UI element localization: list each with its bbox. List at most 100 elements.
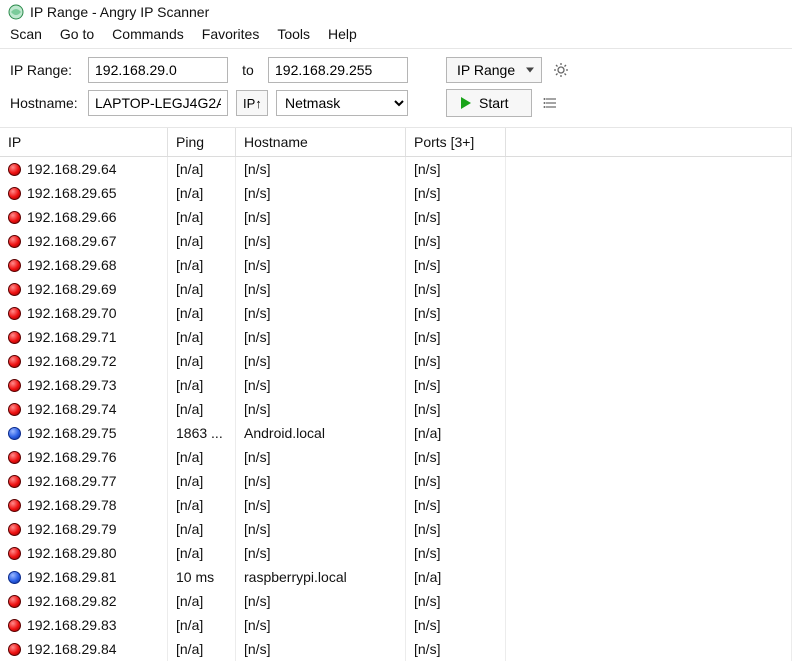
table-row[interactable]: 192.168.29.72[n/a][n/s][n/s] — [0, 349, 792, 373]
col-hostname[interactable]: Hostname — [236, 128, 406, 156]
ip-from-input[interactable] — [88, 57, 228, 83]
cell-spacer — [506, 301, 792, 325]
ip-value: 192.168.29.73 — [27, 376, 117, 394]
netmask-combo[interactable]: Netmask — [276, 90, 408, 116]
status-dot-icon — [8, 523, 21, 536]
ip-value: 192.168.29.72 — [27, 352, 117, 370]
hostname-input[interactable] — [88, 90, 228, 116]
ip-cell: 192.168.29.82 — [0, 589, 168, 613]
table-row[interactable]: 192.168.29.76[n/a][n/s][n/s] — [0, 445, 792, 469]
ports-value: [n/s] — [406, 277, 506, 301]
cell-spacer — [506, 349, 792, 373]
table-row[interactable]: 192.168.29.69[n/a][n/s][n/s] — [0, 277, 792, 301]
col-ping[interactable]: Ping — [168, 128, 236, 156]
col-ports[interactable]: Ports [3+] — [406, 128, 506, 156]
ip-value: 192.168.29.77 — [27, 472, 117, 490]
ip-cell: 192.168.29.64 — [0, 157, 168, 181]
table-row[interactable]: 192.168.29.80[n/a][n/s][n/s] — [0, 541, 792, 565]
ports-value: [n/s] — [406, 517, 506, 541]
ip-value: 192.168.29.74 — [27, 400, 117, 418]
table-row[interactable]: 192.168.29.66[n/a][n/s][n/s] — [0, 205, 792, 229]
ip-cell: 192.168.29.81 — [0, 565, 168, 589]
menu-scan[interactable]: Scan — [10, 26, 42, 42]
status-dot-icon — [8, 331, 21, 344]
table-row[interactable]: 192.168.29.65[n/a][n/s][n/s] — [0, 181, 792, 205]
ping-value: [n/a] — [168, 517, 236, 541]
hostname-value: raspberrypi.local — [236, 565, 406, 589]
ping-value: [n/a] — [168, 181, 236, 205]
hostname-value: [n/s] — [236, 157, 406, 181]
ports-value: [n/s] — [406, 637, 506, 661]
ip-value: 192.168.29.75 — [27, 424, 117, 442]
to-label: to — [236, 62, 260, 78]
ip-value: 192.168.29.79 — [27, 520, 117, 538]
status-dot-icon — [8, 427, 21, 440]
table-row[interactable]: 192.168.29.68[n/a][n/s][n/s] — [0, 253, 792, 277]
grid-body[interactable]: 192.168.29.64[n/a][n/s][n/s]192.168.29.6… — [0, 157, 792, 672]
cell-spacer — [506, 469, 792, 493]
cell-spacer — [506, 565, 792, 589]
ports-value: [n/s] — [406, 541, 506, 565]
col-spacer — [506, 128, 792, 156]
hostname-value: [n/s] — [236, 613, 406, 637]
table-row[interactable]: 192.168.29.64[n/a][n/s][n/s] — [0, 157, 792, 181]
menu-goto[interactable]: Go to — [60, 26, 94, 42]
ip-cell: 192.168.29.83 — [0, 613, 168, 637]
ip-range-label: IP Range: — [10, 62, 80, 78]
ip-value: 192.168.29.70 — [27, 304, 117, 322]
ip-value: 192.168.29.84 — [27, 640, 117, 658]
table-row[interactable]: 192.168.29.83[n/a][n/s][n/s] — [0, 613, 792, 637]
status-dot-icon — [8, 259, 21, 272]
toolbar: IP Range: to IP Range Hostname: IP↑ Netm… — [0, 49, 792, 127]
ping-value: [n/a] — [168, 229, 236, 253]
cell-spacer — [506, 493, 792, 517]
status-dot-icon — [8, 595, 21, 608]
ip-value: 192.168.29.71 — [27, 328, 117, 346]
table-row[interactable]: 192.168.29.751863 ...Android.local[n/a] — [0, 421, 792, 445]
table-row[interactable]: 192.168.29.77[n/a][n/s][n/s] — [0, 469, 792, 493]
table-row[interactable]: 192.168.29.79[n/a][n/s][n/s] — [0, 517, 792, 541]
col-ip[interactable]: IP — [0, 128, 168, 156]
gear-icon[interactable] — [550, 59, 572, 81]
cell-spacer — [506, 205, 792, 229]
cell-spacer — [506, 277, 792, 301]
cell-spacer — [506, 541, 792, 565]
cell-spacer — [506, 637, 792, 661]
start-button[interactable]: Start — [446, 89, 532, 117]
ip-cell: 192.168.29.77 — [0, 469, 168, 493]
ip-value: 192.168.29.67 — [27, 232, 117, 250]
table-row[interactable]: 192.168.29.78[n/a][n/s][n/s] — [0, 493, 792, 517]
app-icon — [8, 4, 24, 20]
table-row[interactable]: 192.168.29.70[n/a][n/s][n/s] — [0, 301, 792, 325]
menu-commands[interactable]: Commands — [112, 26, 184, 42]
status-dot-icon — [8, 187, 21, 200]
menu-favorites[interactable]: Favorites — [202, 26, 260, 42]
hostname-value: [n/s] — [236, 589, 406, 613]
range-mode-combo[interactable]: IP Range — [446, 57, 542, 83]
cell-spacer — [506, 397, 792, 421]
list-icon[interactable] — [540, 92, 562, 114]
status-dot-icon — [8, 475, 21, 488]
table-row[interactable]: 192.168.29.82[n/a][n/s][n/s] — [0, 589, 792, 613]
menubar: Scan Go to Commands Favorites Tools Help — [0, 22, 792, 48]
table-row[interactable]: 192.168.29.8110 msraspberrypi.local[n/a] — [0, 565, 792, 589]
window-title: IP Range - Angry IP Scanner — [30, 4, 209, 20]
ports-value: [n/s] — [406, 205, 506, 229]
table-row[interactable]: 192.168.29.84[n/a][n/s][n/s] — [0, 637, 792, 661]
ip-cell: 192.168.29.75 — [0, 421, 168, 445]
status-dot-icon — [8, 571, 21, 584]
ip-value: 192.168.29.69 — [27, 280, 117, 298]
status-dot-icon — [8, 403, 21, 416]
table-row[interactable]: 192.168.29.73[n/a][n/s][n/s] — [0, 373, 792, 397]
ping-value: [n/a] — [168, 157, 236, 181]
menu-tools[interactable]: Tools — [277, 26, 310, 42]
ip-to-input[interactable] — [268, 57, 408, 83]
table-row[interactable]: 192.168.29.71[n/a][n/s][n/s] — [0, 325, 792, 349]
ip-up-button[interactable]: IP↑ — [236, 90, 268, 116]
hostname-value: [n/s] — [236, 637, 406, 661]
cell-spacer — [506, 229, 792, 253]
menu-help[interactable]: Help — [328, 26, 357, 42]
table-row[interactable]: 192.168.29.67[n/a][n/s][n/s] — [0, 229, 792, 253]
table-row[interactable]: 192.168.29.74[n/a][n/s][n/s] — [0, 397, 792, 421]
cell-spacer — [506, 421, 792, 445]
